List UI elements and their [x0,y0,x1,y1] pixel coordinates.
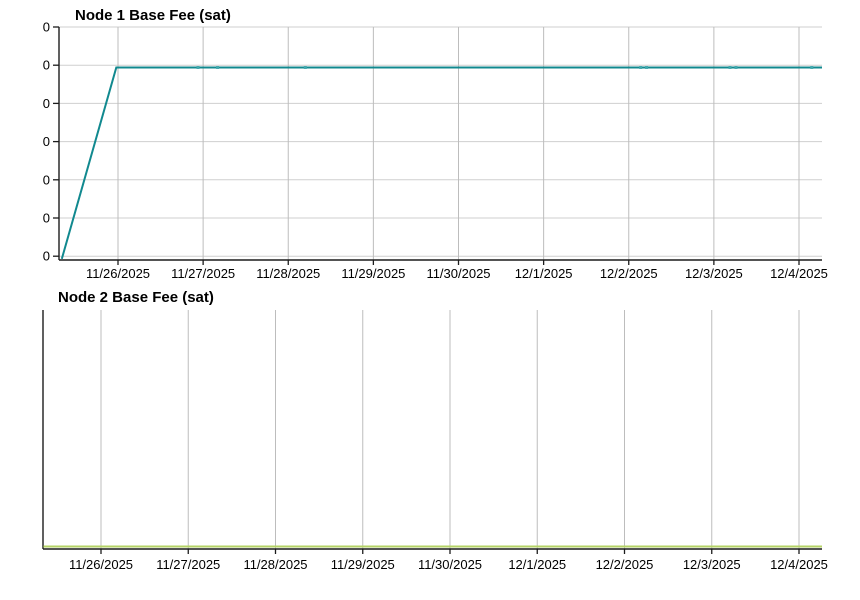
x-tick-label: 11/27/2025 [171,266,235,281]
x-tick-label: 11/29/2025 [331,557,395,572]
x-tick-label: 12/1/2025 [508,557,566,572]
x-tick-label: 11/30/2025 [426,266,490,281]
x-tick-label: 11/26/2025 [69,557,133,572]
x-tick-label: 12/2/2025 [600,266,658,281]
node2-base-fee-chart: 11/26/2025 11/27/2025 11/28/2025 11/29/2025… [42,310,828,572]
node1-base-fee-series-marker [728,66,732,69]
x-tick-label: 12/1/2025 [515,266,573,281]
y-tick-label: 0 [43,20,50,35]
y-tick-label: 0 [43,211,50,226]
x-tick-label: 12/4/2025 [770,266,828,281]
node1-base-fee-series-marker [810,66,814,69]
x-tick-label: 11/28/2025 [256,266,320,281]
x-tick-label: 12/3/2025 [683,557,741,572]
charts-canvas: 000000011/26/2025 11/27/2025 11/28/2025 11/… [42,20,828,572]
node2-base-fee-plot-area[interactable] [43,310,822,549]
x-tick-label: 12/4/2025 [770,557,828,572]
x-tick-label: 12/3/2025 [685,266,743,281]
y-tick-label: 0 [43,96,50,111]
x-tick-label: 12/2/2025 [596,557,654,572]
y-tick-label: 0 [43,58,50,73]
node1-base-fee-series-marker [196,66,200,69]
node1-base-fee-series-marker [734,66,738,69]
charts-dashboard: Node 1 Base Fee (sat) Node 2 Base Fee (s… [0,0,860,600]
node1-base-fee-series-marker [303,66,307,69]
node1-base-fee-plot-area[interactable] [59,27,822,260]
y-tick-label: 0 [43,172,50,187]
x-tick-label: 11/29/2025 [341,266,405,281]
x-tick-label: 11/26/2025 [86,266,150,281]
node1-base-fee-series-marker [645,66,649,69]
y-tick-label: 0 [43,249,50,264]
node1-base-fee-chart: 0 0 0 0 0 0 0 11/26/2025 11/27/2025 11/28/2025 11/… [43,20,828,282]
x-tick-label: 11/28/2025 [243,557,307,572]
x-tick-label: 11/27/2025 [156,557,220,572]
node1-base-fee-series-marker [216,66,220,69]
y-tick-label: 0 [43,134,50,149]
x-tick-label: 11/30/2025 [418,557,482,572]
node1-base-fee-series-marker [639,66,643,69]
